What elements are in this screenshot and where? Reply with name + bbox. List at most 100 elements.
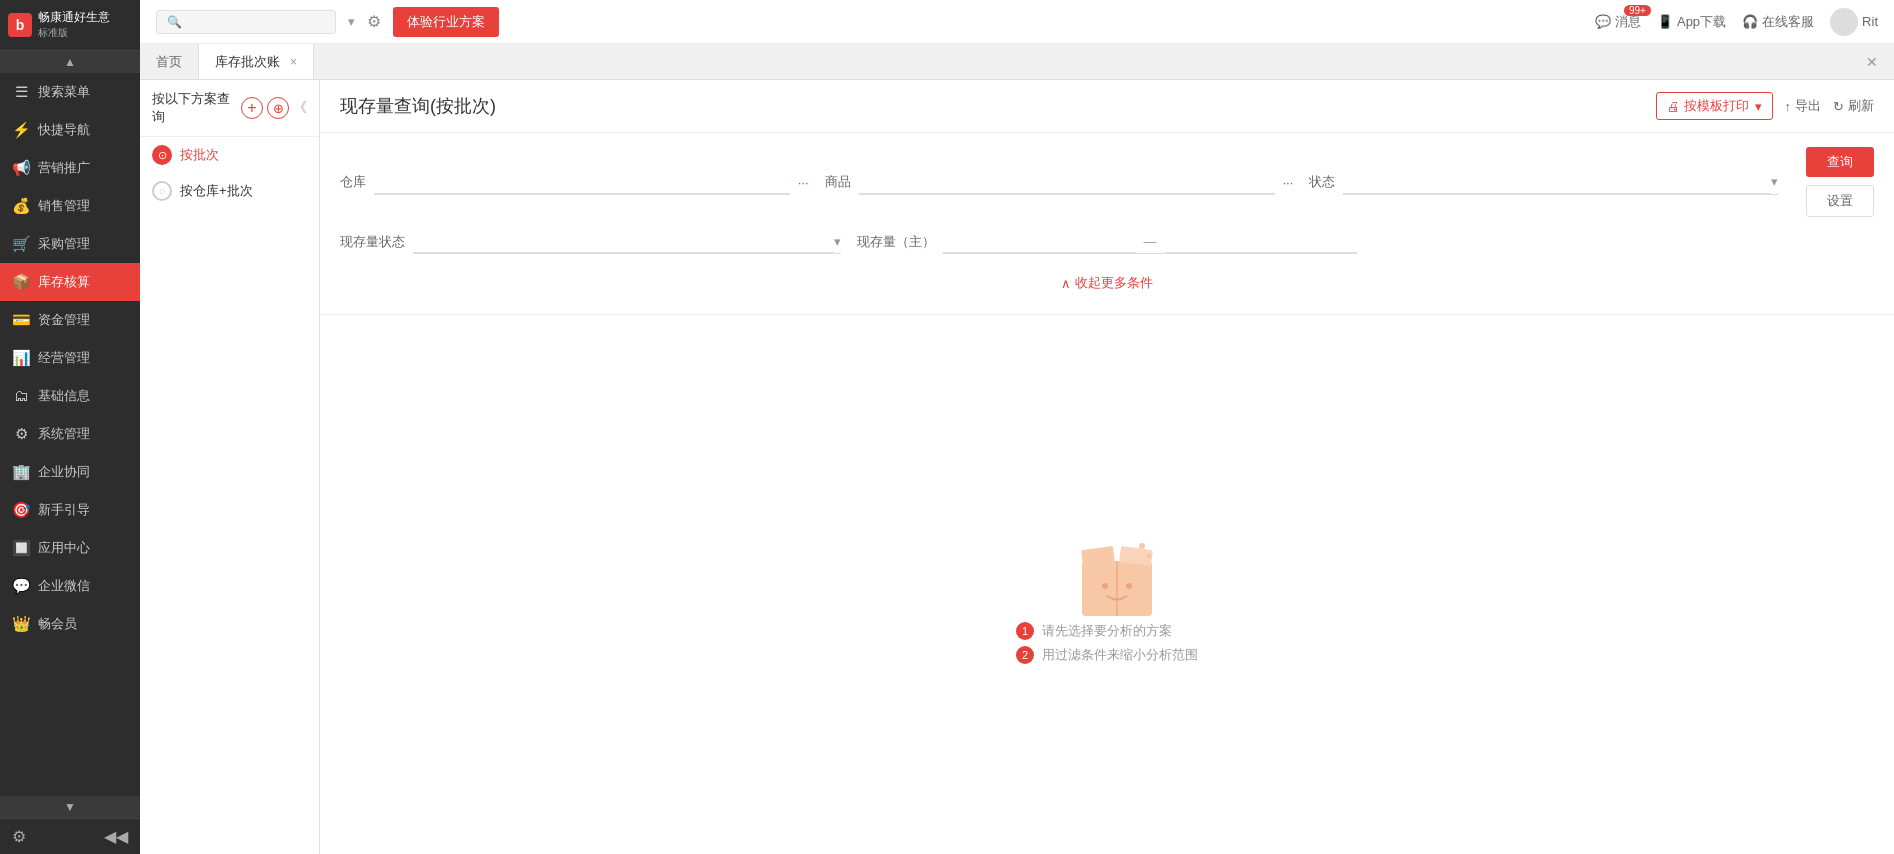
left-panel: 按以下方案查询 + ⊕ 《 ⊙ 按批次 ○ 按仓库+批次 bbox=[140, 80, 320, 854]
svg-point-5 bbox=[1147, 554, 1151, 558]
warehouse-more-button[interactable]: ··· bbox=[798, 175, 809, 190]
right-panel: 现存量查询(按批次) 🖨 按模板打印 ▾ ↑ 导出 ↻ bbox=[320, 80, 1894, 854]
sidebar-item-marketing[interactable]: 📢 营销推广 bbox=[0, 149, 140, 187]
status-input-wrapper: ▾ bbox=[1343, 170, 1778, 195]
weixin-icon: 💬 bbox=[12, 577, 30, 595]
online-support-label: 在线客服 bbox=[1762, 13, 1814, 31]
range-dash: — bbox=[1136, 234, 1165, 249]
status-input[interactable] bbox=[1343, 170, 1771, 194]
sidebar-nav: ☰ 搜索菜单 ⚡ 快捷导航 📢 营销推广 💰 销售管理 🛒 采购管理 📦 库 bbox=[0, 73, 140, 796]
quicknav-icon: ⚡ bbox=[12, 121, 30, 139]
sales-icon: 💰 bbox=[12, 197, 30, 215]
trial-button[interactable]: 体验行业方案 bbox=[393, 7, 499, 37]
sidebar-item-system[interactable]: ⚙ 系统管理 bbox=[0, 415, 140, 453]
inventory-status-label: 现存量状态 bbox=[340, 233, 405, 251]
close-tab-right-icon[interactable]: ✕ bbox=[1866, 54, 1894, 70]
action-buttons-group: 查询 设置 bbox=[1794, 147, 1874, 217]
sidebar-item-enterprise[interactable]: 🏢 企业协同 bbox=[0, 453, 140, 491]
goods-more-button[interactable]: ··· bbox=[1283, 175, 1294, 190]
inventory-status-filter: 现存量状态 ▾ bbox=[340, 229, 841, 254]
sidebar-item-label: 销售管理 bbox=[38, 197, 90, 215]
topbar-gear-icon[interactable]: ⚙ bbox=[367, 12, 381, 31]
messages-badge: 99+ bbox=[1624, 5, 1651, 16]
app-download-icon: 📱 bbox=[1657, 14, 1673, 29]
query-button[interactable]: 查询 bbox=[1806, 147, 1874, 177]
sidebar-item-search[interactable]: ☰ 搜索菜单 bbox=[0, 73, 140, 111]
username-label: Rit bbox=[1862, 14, 1878, 29]
tab-close-icon[interactable]: × bbox=[290, 55, 297, 69]
sidebar-item-operation[interactable]: 📊 经营管理 bbox=[0, 339, 140, 377]
tab-home[interactable]: 首页 bbox=[140, 44, 199, 79]
warehouse-input-wrapper bbox=[374, 170, 790, 195]
sidebar-scroll-up[interactable]: ▲ bbox=[0, 51, 140, 73]
sidebar-item-quicknav[interactable]: ⚡ 快捷导航 bbox=[0, 111, 140, 149]
newbie-icon: 🎯 bbox=[12, 501, 30, 519]
member-icon: 👑 bbox=[12, 615, 30, 633]
collapse-up-icon: ∧ bbox=[1061, 276, 1071, 291]
empty-hint-2: 2 用过滤条件来缩小分析范围 bbox=[1016, 646, 1198, 664]
sidebar-item-newbie[interactable]: 🎯 新手引导 bbox=[0, 491, 140, 529]
inventory-qty-label: 现存量（主） bbox=[857, 233, 935, 251]
sidebar-item-apps[interactable]: 🔲 应用中心 bbox=[0, 529, 140, 567]
sidebar-item-finance[interactable]: 💳 资金管理 bbox=[0, 301, 140, 339]
empty-hints: 1 请先选择要分析的方案 2 用过滤条件来缩小分析范围 bbox=[1016, 622, 1198, 664]
print-icon: 🖨 bbox=[1667, 99, 1680, 114]
messages-action[interactable]: 💬 消息 99+ bbox=[1595, 13, 1641, 31]
print-button[interactable]: 🖨 按模板打印 ▾ bbox=[1656, 92, 1773, 120]
sidebar-app-name: 畅康通好生意 bbox=[38, 10, 110, 26]
collapse-more-conditions[interactable]: ∧ 收起更多条件 bbox=[340, 266, 1874, 300]
empty-illustration bbox=[1057, 506, 1157, 606]
sidebar-app-version: 标准版 bbox=[38, 26, 110, 40]
scheme-settings-button[interactable]: ⊕ bbox=[267, 97, 289, 119]
sidebar-item-sales[interactable]: 💰 销售管理 bbox=[0, 187, 140, 225]
sidebar-item-basic[interactable]: 🗂 基础信息 bbox=[0, 377, 140, 415]
scheme-item-batch[interactable]: ⊙ 按批次 bbox=[140, 137, 319, 173]
settings-button[interactable]: 设置 bbox=[1806, 185, 1874, 217]
inventory-qty-filter: 现存量（主） — bbox=[857, 229, 1358, 254]
export-button[interactable]: ↑ 导出 bbox=[1785, 97, 1822, 115]
topbar-dropdown-icon[interactable]: ▾ bbox=[348, 14, 355, 29]
status-label: 状态 bbox=[1309, 173, 1335, 191]
sidebar-item-purchase[interactable]: 🛒 采购管理 bbox=[0, 225, 140, 263]
sidebar-item-label: 企业微信 bbox=[38, 577, 90, 595]
page-title: 现存量查询(按批次) bbox=[340, 94, 496, 118]
add-scheme-button[interactable]: + bbox=[241, 97, 263, 119]
scheme-item-warehouse-batch[interactable]: ○ 按仓库+批次 bbox=[140, 173, 319, 209]
purchase-icon: 🛒 bbox=[12, 235, 30, 253]
goods-input[interactable] bbox=[859, 170, 1275, 194]
hint-num-2: 2 bbox=[1016, 646, 1034, 664]
sidebar-item-weixin[interactable]: 💬 企业微信 bbox=[0, 567, 140, 605]
inventory-status-input[interactable] bbox=[413, 229, 834, 253]
refresh-button[interactable]: ↻ 刷新 bbox=[1833, 97, 1874, 115]
scheme-label: 按批次 bbox=[180, 146, 219, 164]
print-dropdown-icon[interactable]: ▾ bbox=[1755, 99, 1762, 114]
goods-filter: 商品 ··· bbox=[825, 170, 1294, 195]
svg-point-4 bbox=[1139, 543, 1145, 549]
inventory-status-dropdown-icon[interactable]: ▾ bbox=[834, 234, 841, 249]
user-profile[interactable]: Rit bbox=[1830, 8, 1878, 36]
operation-icon: 📊 bbox=[12, 349, 30, 367]
inventory-qty-max-input[interactable] bbox=[1165, 229, 1358, 253]
sidebar-scroll-down[interactable]: ▼ bbox=[0, 796, 140, 818]
tab-inventory-batch[interactable]: 库存批次账 × bbox=[199, 44, 314, 79]
sidebar-item-member[interactable]: 👑 畅会员 bbox=[0, 605, 140, 643]
sidebar-item-inventory[interactable]: 📦 库存核算 bbox=[0, 263, 140, 301]
sidebar-app-info: 畅康通好生意 标准版 bbox=[38, 10, 110, 40]
sidebar-item-label: 搜索菜单 bbox=[38, 83, 90, 101]
inventory-qty-min-input[interactable] bbox=[943, 229, 1136, 253]
collapse-sidebar-icon[interactable]: ◀◀ bbox=[104, 827, 128, 846]
topbar: 🔍 ▾ ⚙ 体验行业方案 💬 消息 99+ 📱 App下载 🎧 在 bbox=[140, 0, 1894, 44]
collapse-panel-icon[interactable]: 《 bbox=[293, 99, 307, 117]
settings-icon[interactable]: ⚙ bbox=[12, 827, 26, 846]
online-support-action[interactable]: 🎧 在线客服 bbox=[1742, 13, 1814, 31]
warehouse-input[interactable] bbox=[374, 170, 790, 194]
scheme-active-icon: ⊙ bbox=[152, 145, 172, 165]
warehouse-label: 仓库 bbox=[340, 173, 366, 191]
collapse-label: 收起更多条件 bbox=[1075, 274, 1153, 292]
sidebar-item-label: 基础信息 bbox=[38, 387, 90, 405]
app-download-action[interactable]: 📱 App下载 bbox=[1657, 13, 1726, 31]
left-panel-actions: + ⊕ 《 bbox=[241, 97, 307, 119]
status-dropdown-icon[interactable]: ▾ bbox=[1771, 174, 1778, 189]
topbar-actions: 💬 消息 99+ 📱 App下载 🎧 在线客服 Rit bbox=[1595, 8, 1878, 36]
sidebar-item-label: 库存核算 bbox=[38, 273, 90, 291]
